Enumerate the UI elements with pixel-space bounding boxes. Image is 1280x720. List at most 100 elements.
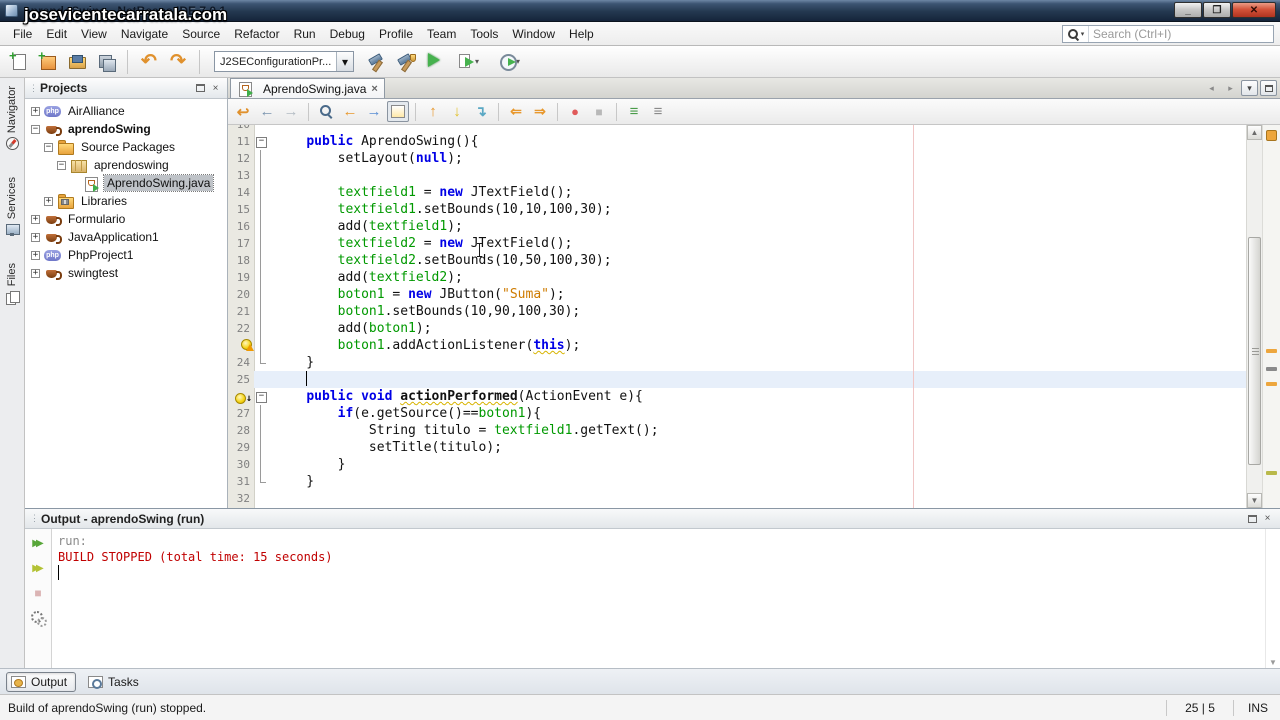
menu-item-profile[interactable]: Profile: [372, 24, 420, 44]
code-line[interactable]: 13: [228, 167, 1246, 184]
code-line[interactable]: 12 setLayout(null);: [228, 150, 1246, 167]
rerun-button[interactable]: [29, 534, 47, 552]
line-number-gutter[interactable]: 17: [228, 235, 254, 252]
line-number-gutter[interactable]: 16: [228, 218, 254, 235]
code-line[interactable]: 19 add(textfield2);: [228, 269, 1246, 286]
tree-expander-icon[interactable]: −: [44, 142, 53, 152]
menu-item-edit[interactable]: Edit: [39, 24, 74, 44]
file-status-indicator[interactable]: [1266, 130, 1277, 141]
code-line[interactable]: 11 public AprendoSwing(){: [228, 133, 1246, 150]
record-macro-button[interactable]: [564, 101, 586, 122]
code-line[interactable]: 17 textfield2 = new JTextField();: [228, 235, 1246, 252]
new-file-button[interactable]: [6, 48, 32, 75]
profile-button[interactable]: ▾: [491, 49, 529, 75]
tree-item[interactable]: − Source Packages: [25, 138, 227, 156]
code-line[interactable]: 25: [228, 371, 1246, 388]
maximize-button[interactable]: ❐: [1203, 2, 1231, 18]
clean-build-button[interactable]: [392, 49, 418, 75]
code-text[interactable]: add(textfield2);: [268, 269, 463, 286]
code-text[interactable]: public void actionPerformed(ActionEvent …: [268, 388, 643, 405]
forward-button[interactable]: [280, 101, 302, 122]
sidebar-tab-navigator[interactable]: Navigator: [5, 86, 20, 151]
comment-button[interactable]: [623, 101, 645, 122]
close-panel-icon[interactable]: ×: [208, 81, 223, 95]
editor-tab[interactable]: AprendoSwing.java ×: [230, 78, 385, 98]
code-text[interactable]: add(textfield1);: [268, 218, 463, 235]
scroll-down-icon[interactable]: ▼: [1247, 493, 1262, 508]
fold-marker[interactable]: [254, 133, 268, 150]
run-button[interactable]: [421, 49, 447, 75]
menu-item-help[interactable]: Help: [562, 24, 601, 44]
line-number-gutter[interactable]: 10: [228, 125, 254, 133]
code-text[interactable]: boton1.addActionListener(this);: [268, 337, 581, 354]
stop-macro-button[interactable]: [588, 101, 610, 122]
code-line[interactable]: 20 boton1 = new JButton("Suma");: [228, 286, 1246, 303]
menu-item-source[interactable]: Source: [175, 24, 227, 44]
line-number-gutter[interactable]: 19: [228, 269, 254, 286]
maximize-output-icon[interactable]: [1245, 512, 1260, 526]
line-number-gutter[interactable]: 22: [228, 320, 254, 337]
code-text[interactable]: textfield2.setBounds(10,50,100,30);: [268, 252, 612, 269]
output-console[interactable]: run: BUILD STOPPED (total time: 15 second…: [52, 529, 1265, 668]
code-text[interactable]: }: [268, 473, 314, 490]
prev-occurrence-button[interactable]: [422, 101, 444, 122]
tree-item[interactable]: + PhpProject1: [25, 246, 227, 264]
editor-vertical-scrollbar[interactable]: ▲ ▼: [1246, 125, 1262, 508]
tree-item[interactable]: + AirAlliance: [25, 102, 227, 120]
code-area[interactable]: 1011 public AprendoSwing(){12 setLayout(…: [228, 125, 1246, 508]
sidebar-tab-services[interactable]: Services: [5, 177, 20, 237]
menu-item-run[interactable]: Run: [287, 24, 323, 44]
code-line[interactable]: ↓ public void actionPerformed(ActionEven…: [228, 388, 1246, 405]
close-button[interactable]: ✕: [1232, 2, 1276, 18]
undo-button[interactable]: [136, 49, 162, 75]
menu-item-tools[interactable]: Tools: [463, 24, 505, 44]
code-text[interactable]: boton1 = new JButton("Suma");: [268, 286, 565, 303]
highlight-toggle-button[interactable]: [387, 101, 409, 122]
scroll-tabs-left-icon[interactable]: ◂: [1203, 80, 1220, 96]
tree-item[interactable]: + Formulario: [25, 210, 227, 228]
stop-button[interactable]: [29, 584, 47, 602]
code-line[interactable]: 14 textfield1 = new JTextField();: [228, 184, 1246, 201]
close-output-icon[interactable]: ×: [1260, 512, 1275, 526]
insert-mode-indicator[interactable]: INS: [1244, 701, 1272, 715]
error-stripe-mark[interactable]: [1266, 349, 1277, 353]
fold-marker[interactable]: [254, 388, 268, 405]
tree-expander-icon[interactable]: +: [31, 214, 40, 224]
code-text[interactable]: [268, 371, 308, 388]
last-edit-button[interactable]: [232, 101, 254, 122]
new-project-button[interactable]: [35, 48, 61, 75]
line-number-gutter[interactable]: 27: [228, 405, 254, 422]
tree-item[interactable]: − aprendoswing: [25, 156, 227, 174]
minimize-button[interactable]: _: [1174, 2, 1202, 18]
menu-item-view[interactable]: View: [74, 24, 114, 44]
line-number-gutter[interactable]: 15: [228, 201, 254, 218]
build-button[interactable]: [363, 49, 389, 75]
code-line[interactable]: 21 boton1.setBounds(10,90,100,30);: [228, 303, 1246, 320]
scroll-up-icon[interactable]: ▲: [1247, 125, 1262, 140]
code-line[interactable]: boton1.addActionListener(this);: [228, 337, 1246, 354]
search-icon[interactable]: ▾: [1063, 26, 1089, 42]
uncomment-button[interactable]: [647, 101, 669, 122]
line-number-gutter[interactable]: 13: [228, 167, 254, 184]
code-text[interactable]: setTitle(titulo);: [268, 439, 502, 456]
line-number-gutter[interactable]: 14: [228, 184, 254, 201]
tree-item[interactable]: + Libraries: [25, 192, 227, 210]
error-stripe-mark[interactable]: [1266, 382, 1277, 386]
scroll-tabs-right-icon[interactable]: ▸: [1222, 80, 1239, 96]
tree-item[interactable]: + JavaApplication1: [25, 228, 227, 246]
code-text[interactable]: setLayout(null);: [268, 150, 463, 167]
search-input[interactable]: [1089, 27, 1273, 41]
code-text[interactable]: }: [268, 354, 314, 371]
shift-left-button[interactable]: [505, 101, 527, 122]
back-button[interactable]: [256, 101, 278, 122]
tree-expander-icon[interactable]: +: [31, 250, 40, 260]
line-number-gutter[interactable]: 29: [228, 439, 254, 456]
line-number-gutter[interactable]: 11: [228, 133, 254, 150]
shift-right-button[interactable]: [529, 101, 551, 122]
code-text[interactable]: textfield1.setBounds(10,10,100,30);: [268, 201, 612, 218]
minimize-panel-icon[interactable]: [193, 81, 208, 95]
code-text[interactable]: public AprendoSwing(){: [268, 133, 478, 150]
code-text[interactable]: String titulo = textfield1.getText();: [268, 422, 659, 439]
line-number-gutter[interactable]: 31: [228, 473, 254, 490]
line-number-gutter[interactable]: 12: [228, 150, 254, 167]
